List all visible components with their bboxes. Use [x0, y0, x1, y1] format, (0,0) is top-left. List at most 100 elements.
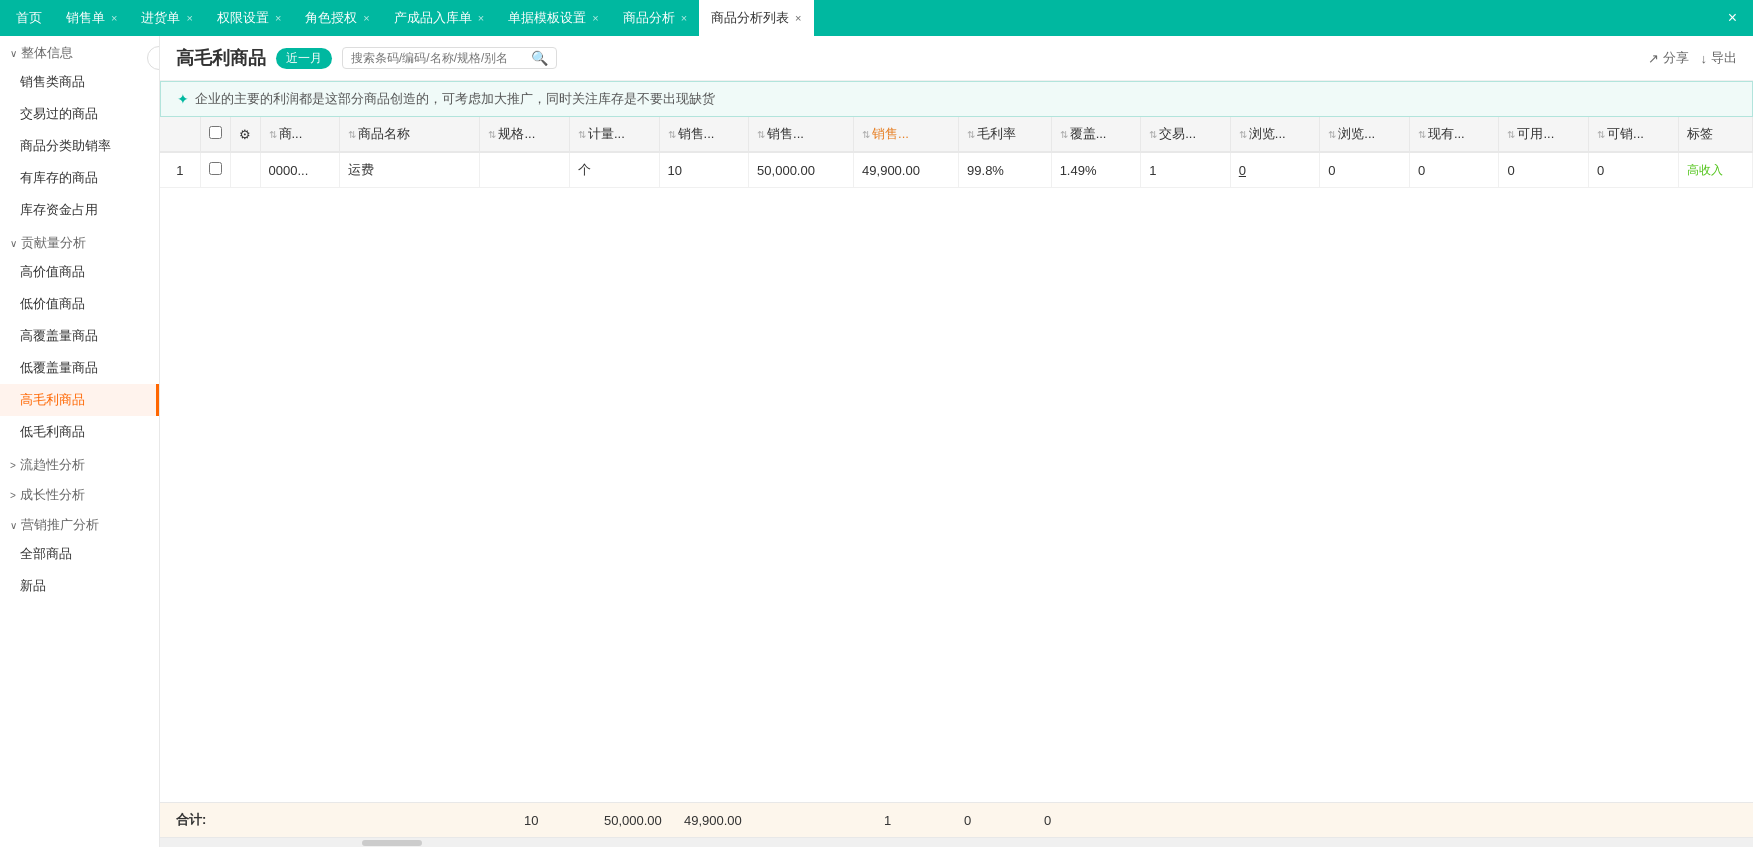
top-nav-bar: 首页 销售单 × 进货单 × 权限设置 × 角色授权 × 产成品入库单 × 单据…	[0, 0, 1753, 36]
group-arrow-growth: >	[10, 490, 16, 501]
search-icon[interactable]: 🔍	[531, 50, 548, 66]
period-button[interactable]: 近一月	[276, 48, 332, 69]
sidebar-item-all-goods[interactable]: 全部商品	[0, 538, 159, 570]
sidebar-group-contribution[interactable]: ∨ 贡献量分析	[0, 226, 159, 256]
nav-product-analysis-list-close[interactable]: ×	[795, 12, 801, 24]
sidebar-item-sales-goods[interactable]: 销售类商品	[0, 66, 159, 98]
nav-product-inbound-close[interactable]: ×	[478, 12, 484, 24]
cell-browse1[interactable]: 0	[1230, 152, 1320, 188]
th-sale3[interactable]: ⇅销售...	[854, 117, 959, 152]
cell-sale2: 50,000.00	[749, 152, 854, 188]
sidebar-group-growth[interactable]: > 成长性分析	[0, 478, 159, 508]
th-gross-rate[interactable]: ⇅毛利率	[959, 117, 1052, 152]
nav-permission-close[interactable]: ×	[275, 12, 281, 24]
nav-purchase[interactable]: 进货单 ×	[129, 0, 204, 36]
th-sale1[interactable]: ⇅销售...	[659, 117, 749, 152]
sidebar-item-new-goods[interactable]: 新品	[0, 570, 159, 602]
cell-browse2: 0	[1320, 152, 1410, 188]
sidebar-item-high-margin[interactable]: 高毛利商品	[0, 384, 159, 416]
nav-product-analysis-list[interactable]: 商品分析列表 ×	[699, 0, 813, 36]
th-trade[interactable]: ⇅交易...	[1141, 117, 1231, 152]
cell-current: 0	[1409, 152, 1499, 188]
main-layout: 《 ∨ 整体信息 销售类商品 交易过的商品 商品分类助销率 有库存的商品 库存资…	[0, 36, 1753, 847]
sidebar-item-high-coverage[interactable]: 高覆盖量商品	[0, 320, 159, 352]
header-actions: ↗ 分享 ↓ 导出	[1648, 49, 1738, 67]
nav-permission[interactable]: 权限设置 ×	[205, 0, 293, 36]
cell-available: 0	[1499, 152, 1589, 188]
cell-sale3: 49,900.00	[854, 152, 959, 188]
th-coverage[interactable]: ⇅覆盖...	[1051, 117, 1141, 152]
th-name[interactable]: ⇅商品名称	[340, 117, 480, 152]
export-icon: ↓	[1701, 51, 1708, 66]
export-button[interactable]: ↓ 导出	[1701, 49, 1738, 67]
th-spec[interactable]: ⇅规格...	[480, 117, 570, 152]
nav-product-analysis-close[interactable]: ×	[681, 12, 687, 24]
cell-tag: 高收入	[1678, 152, 1752, 188]
footer-sale3: 49,900.00	[676, 813, 756, 828]
th-available[interactable]: ⇅可用...	[1499, 117, 1589, 152]
search-input[interactable]	[351, 51, 531, 65]
group-arrow-trend: >	[10, 460, 16, 471]
sidebar-group-marketing[interactable]: ∨ 营销推广分析	[0, 508, 159, 538]
footer-browse2: 0	[1036, 813, 1116, 828]
cell-name: 运费	[340, 152, 480, 188]
share-icon: ↗	[1648, 51, 1659, 66]
horizontal-scrollbar[interactable]	[160, 837, 1753, 847]
footer-total-bar: 合计: 10 50,000.00 49,900.00 1 0 0	[160, 802, 1753, 837]
th-browse2[interactable]: ⇅浏览...	[1320, 117, 1410, 152]
select-all-checkbox[interactable]	[209, 126, 222, 139]
cell-check[interactable]	[200, 152, 230, 188]
nav-template[interactable]: 单据模板设置 ×	[496, 0, 610, 36]
nav-role-close[interactable]: ×	[363, 12, 369, 24]
nav-home[interactable]: 首页	[4, 0, 54, 36]
info-icon: ✦	[177, 91, 189, 107]
nav-sales[interactable]: 销售单 ×	[54, 0, 129, 36]
nav-purchase-close[interactable]: ×	[186, 12, 192, 24]
sidebar-group-trend[interactable]: > 流趋性分析	[0, 448, 159, 478]
nav-role[interactable]: 角色授权 ×	[293, 0, 381, 36]
content-area: 高毛利商品 近一月 🔍 ↗ 分享 ↓ 导出 ✦ 企业的主要的利润都是这部分商品创…	[160, 36, 1753, 847]
sidebar-item-low-value[interactable]: 低价值商品	[0, 288, 159, 320]
info-banner: ✦ 企业的主要的利润都是这部分商品创造的，可考虑加大推广，同时关注库存是不要出现…	[160, 81, 1753, 117]
cell-num: 1	[160, 152, 200, 188]
cell-spec	[480, 152, 570, 188]
sidebar-item-high-value[interactable]: 高价值商品	[0, 256, 159, 288]
table-row: 1 0000... 运费 个 10 50,000.00 49,900.00 99…	[160, 152, 1753, 188]
th-gear[interactable]: ⚙	[230, 117, 260, 152]
sidebar-item-low-coverage[interactable]: 低覆盖量商品	[0, 352, 159, 384]
th-current[interactable]: ⇅现有...	[1409, 117, 1499, 152]
footer-values: 10 50,000.00 49,900.00 1 0 0	[276, 813, 1737, 828]
cell-sale1: 10	[659, 152, 749, 188]
sidebar-group-overall[interactable]: ∨ 整体信息	[0, 36, 159, 66]
nav-sales-close[interactable]: ×	[111, 12, 117, 24]
group-arrow-overall: ∨	[10, 48, 17, 59]
sidebar-item-low-margin[interactable]: 低毛利商品	[0, 416, 159, 448]
th-tag[interactable]: 标签	[1678, 117, 1752, 152]
sidebar-item-traded-goods[interactable]: 交易过的商品	[0, 98, 159, 130]
table-header-row: ⚙ ⇅商... ⇅商品名称 ⇅规格... ⇅计量... ⇅销售... ⇅销售..…	[160, 117, 1753, 152]
nav-product-inbound[interactable]: 产成品入库单 ×	[382, 0, 496, 36]
sidebar-item-stock-capital[interactable]: 库存资金占用	[0, 194, 159, 226]
sidebar-item-category-rate[interactable]: 商品分类助销率	[0, 130, 159, 162]
table-container: ⚙ ⇅商... ⇅商品名称 ⇅规格... ⇅计量... ⇅销售... ⇅销售..…	[160, 117, 1753, 802]
cell-saleable: 0	[1589, 152, 1679, 188]
nav-template-close[interactable]: ×	[592, 12, 598, 24]
th-browse1[interactable]: ⇅浏览...	[1230, 117, 1320, 152]
sidebar: 《 ∨ 整体信息 销售类商品 交易过的商品 商品分类助销率 有库存的商品 库存资…	[0, 36, 160, 847]
th-sale2[interactable]: ⇅销售...	[749, 117, 854, 152]
sidebar-item-in-stock[interactable]: 有库存的商品	[0, 162, 159, 194]
share-button[interactable]: ↗ 分享	[1648, 49, 1689, 67]
cell-unit: 个	[569, 152, 659, 188]
th-unit[interactable]: ⇅计量...	[569, 117, 659, 152]
cell-gear	[230, 152, 260, 188]
row-checkbox[interactable]	[209, 162, 222, 175]
footer-sale1: 10	[516, 813, 596, 828]
th-code[interactable]: ⇅商...	[260, 117, 340, 152]
nav-close-all[interactable]: ×	[1716, 0, 1749, 36]
content-header: 高毛利商品 近一月 🔍 ↗ 分享 ↓ 导出	[160, 36, 1753, 81]
nav-product-analysis[interactable]: 商品分析 ×	[611, 0, 699, 36]
th-check[interactable]	[200, 117, 230, 152]
scrollbar-thumb[interactable]	[362, 840, 422, 846]
th-saleable[interactable]: ⇅可销...	[1589, 117, 1679, 152]
group-arrow-contribution: ∨	[10, 238, 17, 249]
